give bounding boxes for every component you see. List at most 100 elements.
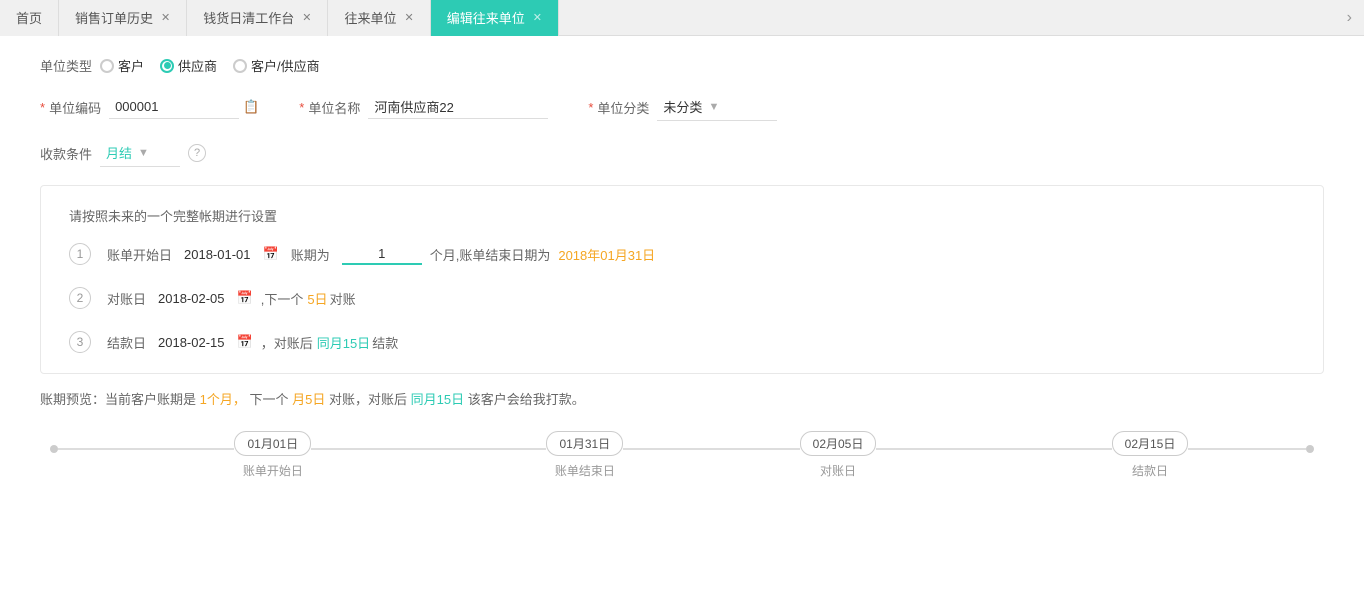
radio-supplier-label: 供应商 xyxy=(178,56,217,75)
unit-code-group: * 单位编码 📋 xyxy=(40,95,259,119)
close-icon[interactable]: ✕ xyxy=(161,11,170,24)
timeline-start-dot xyxy=(50,445,58,453)
tab-sales-order-history[interactable]: 销售订单历史 ✕ xyxy=(59,0,187,36)
tab-edit-partner[interactable]: 编辑往来单位 ✕ xyxy=(431,0,559,36)
timeline-node-3: 02月15日 结款日 xyxy=(1112,431,1189,479)
tab-partner-units-label: 往来单位 xyxy=(344,8,396,27)
unit-category-value: 未分类 xyxy=(663,97,702,116)
radio-customer-label: 客户 xyxy=(118,56,144,75)
step-3-highlight: 同月15日 xyxy=(317,333,370,352)
period-input[interactable] xyxy=(342,244,422,265)
preview-period: 1个月， xyxy=(200,392,246,407)
timeline: 01月01日 账单开始日 01月31日 账单结束日 02月05日 对账日 02月… xyxy=(40,431,1324,479)
timeline-pill-0: 01月01日 xyxy=(234,431,311,456)
calendar-icon-2[interactable]: 📅 xyxy=(237,290,253,306)
step-1-row: 1 账单开始日 2018-01-01 📅 账期为 个月,账单结束日期为 2018… xyxy=(69,243,1295,265)
step-2-desc-post: 对账 xyxy=(330,289,356,308)
unit-category-select[interactable]: 未分类 ▼ xyxy=(657,93,777,121)
tab-partner-units[interactable]: 往来单位 ✕ xyxy=(328,0,430,36)
unit-name-label: 单位名称 xyxy=(308,98,360,117)
close-icon[interactable]: ✕ xyxy=(533,11,542,24)
required-star: * xyxy=(299,100,304,115)
timeline-node-2: 02月05日 对账日 xyxy=(800,431,877,479)
radio-both-label: 客户/供应商 xyxy=(251,56,320,75)
tab-cash-ledger-label: 钱货日清工作台 xyxy=(203,8,294,27)
radio-circle-both xyxy=(233,59,247,73)
timeline-line-1 xyxy=(311,448,546,450)
payment-terms-select[interactable]: 月结 ▼ xyxy=(100,139,180,167)
unit-type-label: 单位类型 xyxy=(40,56,92,75)
close-icon[interactable]: ✕ xyxy=(405,11,414,24)
step-2-num: 2 xyxy=(69,287,91,309)
preview-reconcile-post: 对账，对账后 xyxy=(329,392,407,407)
tab-edit-partner-label: 编辑往来单位 xyxy=(447,8,525,27)
timeline-line-3 xyxy=(876,448,1111,450)
main-content: 单位类型 客户 供应商 客户/供应商 * 单位编码 📋 * 单位名称 xyxy=(0,36,1364,608)
preview-reconcile-pre: 下一个 xyxy=(250,392,289,407)
radio-circle-supplier xyxy=(160,59,174,73)
dropdown-arrow-icon: ▼ xyxy=(138,147,149,159)
step-2-date: 2018-02-05 xyxy=(158,291,225,306)
radio-customer[interactable]: 客户 xyxy=(100,56,144,75)
step-2-label: 对账日 xyxy=(107,289,146,308)
timeline-line-0 xyxy=(58,448,234,450)
preview-label: 账期预览：当前客户账期是 xyxy=(40,392,196,407)
calendar-icon-1[interactable]: 📅 xyxy=(263,246,279,262)
radio-circle-customer xyxy=(100,59,114,73)
preview-text: 账期预览：当前客户账期是 1个月， 下一个 月5日 对账，对账后 同月15日 该… xyxy=(40,390,1324,411)
tab-expand-button[interactable]: › xyxy=(1335,9,1364,27)
step-3-label: 结款日 xyxy=(107,333,146,352)
section-title: 请按照未来的一个完整帐期进行设置 xyxy=(69,206,1295,225)
unit-name-group: * 单位名称 xyxy=(299,95,548,119)
payment-terms-label: 收款条件 xyxy=(40,144,92,163)
unit-type-row: 单位类型 客户 供应商 客户/供应商 xyxy=(40,56,1324,75)
required-star: * xyxy=(40,100,45,115)
step-3-num: 3 xyxy=(69,331,91,353)
step-2-highlight: 5日 xyxy=(307,289,327,308)
unit-category-label: 单位分类 xyxy=(597,98,649,117)
tab-home[interactable]: 首页 xyxy=(0,0,59,36)
close-icon[interactable]: ✕ xyxy=(302,11,311,24)
unit-code-input[interactable] xyxy=(109,95,239,119)
timeline-pill-1: 01月31日 xyxy=(546,431,623,456)
step-3-desc-post: 结款 xyxy=(372,333,398,352)
dropdown-arrow-icon: ▼ xyxy=(708,101,719,113)
preview-payment-post: 该客户会给我打款。 xyxy=(468,392,585,407)
timeline-label-0: 账单开始日 xyxy=(243,462,303,479)
tab-bar: 首页 销售订单历史 ✕ 钱货日清工作台 ✕ 往来单位 ✕ 编辑往来单位 ✕ › xyxy=(0,0,1364,36)
radio-supplier[interactable]: 供应商 xyxy=(160,56,217,75)
timeline-end-dot xyxy=(1306,445,1314,453)
calendar-icon[interactable]: 📋 xyxy=(243,99,259,115)
step-1-label: 账单开始日 xyxy=(107,245,172,264)
step-1-suffix-post: 个月,账单结束日期为 xyxy=(430,245,551,264)
tab-sales-order-history-label: 销售订单历史 xyxy=(75,8,153,27)
unit-info-row: * 单位编码 📋 * 单位名称 * 单位分类 未分类 ▼ xyxy=(40,93,1324,121)
step-3-date: 2018-02-15 xyxy=(158,335,225,350)
unit-category-group: * 单位分类 未分类 ▼ xyxy=(588,93,777,121)
step-2-row: 2 对账日 2018-02-05 📅 ,下一个 5日 对账 xyxy=(69,287,1295,309)
required-star: * xyxy=(588,100,593,115)
step-1-num: 1 xyxy=(69,243,91,265)
step-1-suffix-pre: 账期为 xyxy=(291,245,330,264)
unit-code-label: 单位编码 xyxy=(49,98,101,117)
unit-name-input[interactable] xyxy=(368,95,548,119)
step-1-end-date: 2018年01月31日 xyxy=(558,245,655,264)
help-icon[interactable]: ? xyxy=(188,144,206,162)
timeline-node-0: 01月01日 账单开始日 xyxy=(234,431,311,479)
timeline-label-1: 账单结束日 xyxy=(555,462,615,479)
timeline-node-1: 01月31日 账单结束日 xyxy=(546,431,623,479)
preview-reconcile-highlight: 月5日 xyxy=(292,392,325,407)
radio-both[interactable]: 客户/供应商 xyxy=(233,56,320,75)
preview-payment-highlight: 同月15日 xyxy=(411,392,464,407)
timeline-line-4 xyxy=(1188,448,1306,450)
unit-type-radio-group: 客户 供应商 客户/供应商 xyxy=(100,56,320,75)
step-3-desc-pre: ，对账后 xyxy=(261,333,313,352)
timeline-label-2: 对账日 xyxy=(820,462,856,479)
step-3-row: 3 结款日 2018-02-15 📅 ，对账后 同月15日 结款 xyxy=(69,331,1295,353)
tab-cash-ledger[interactable]: 钱货日清工作台 ✕ xyxy=(187,0,328,36)
timeline-pill-3: 02月15日 xyxy=(1112,431,1189,456)
billing-period-section: 请按照未来的一个完整帐期进行设置 1 账单开始日 2018-01-01 📅 账期… xyxy=(40,185,1324,374)
tab-home-label: 首页 xyxy=(16,8,42,27)
calendar-icon-3[interactable]: 📅 xyxy=(237,334,253,350)
step-1-date: 2018-01-01 xyxy=(184,247,251,262)
